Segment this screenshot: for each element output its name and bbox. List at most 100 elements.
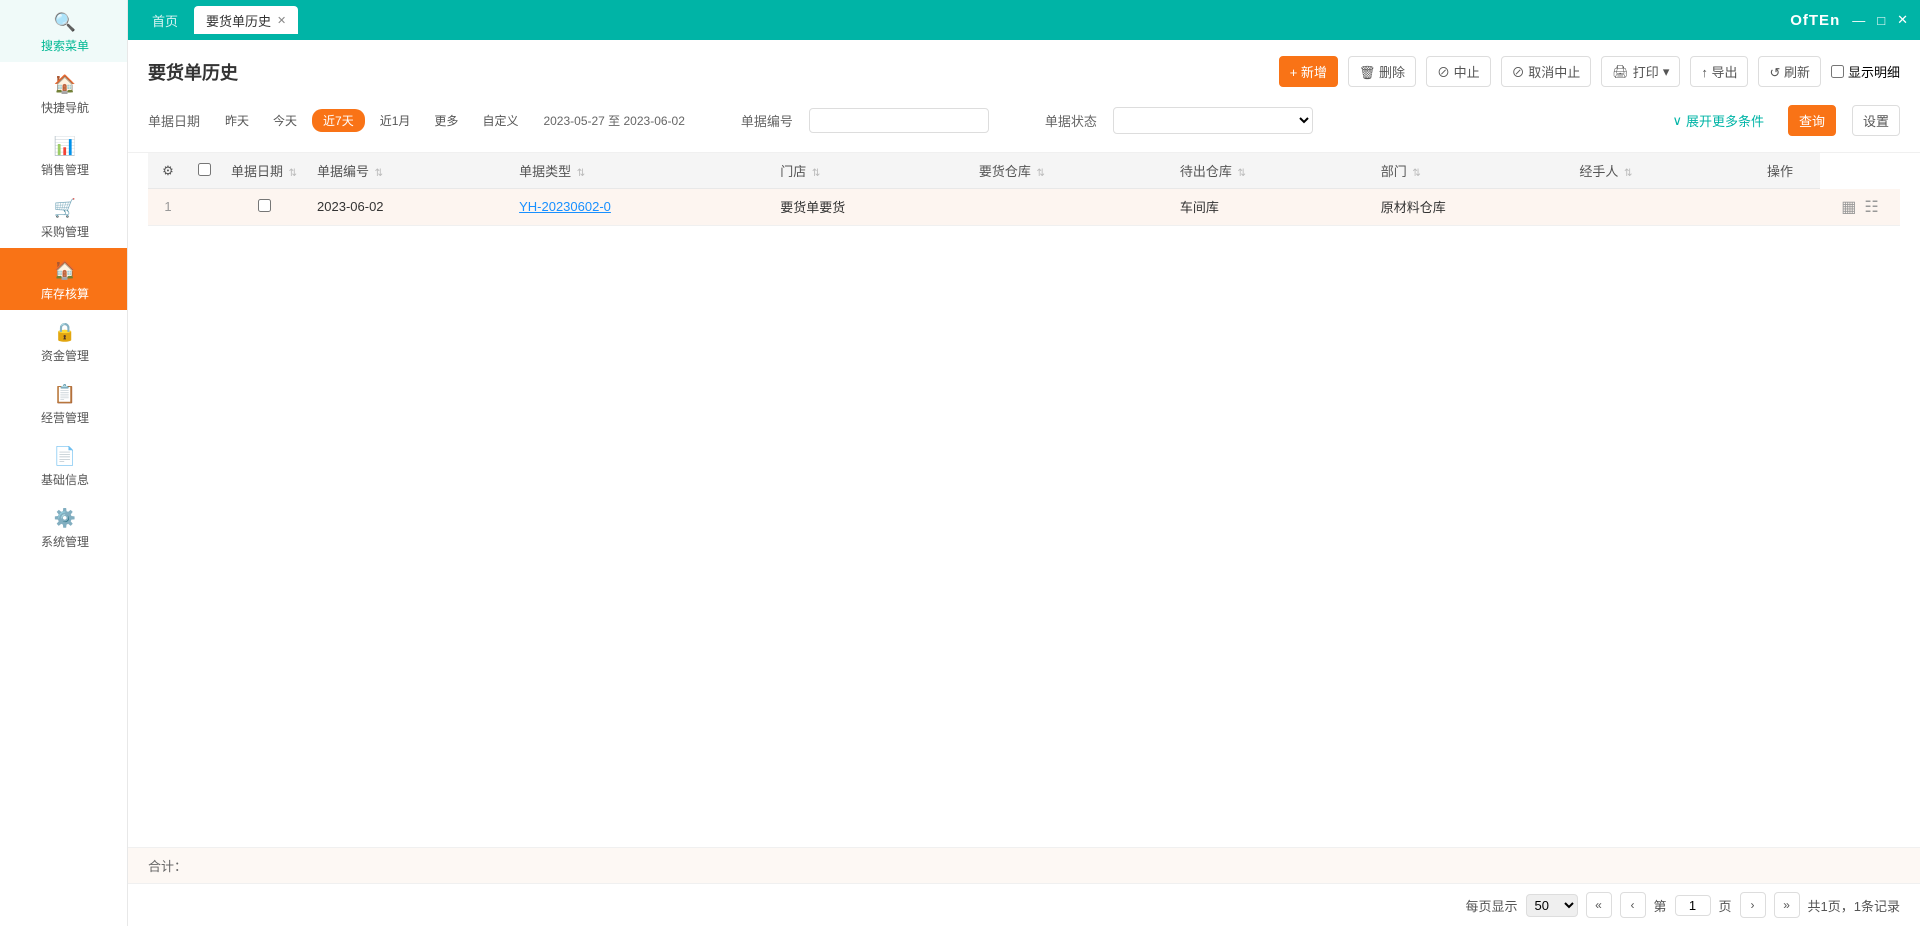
date-btn-7days[interactable]: 近7天 [312, 109, 365, 132]
purchase-icon: 🛒 [54, 198, 76, 219]
tab-close-icon[interactable]: ✕ [277, 14, 286, 27]
sidebar-item-label: 系统管理 [41, 533, 89, 550]
table-container: ⚙ 单据日期 ⇅ 单据编号 ⇅ 单据类型 [128, 153, 1920, 847]
main-area: 首页 要货单历史 ✕ OfTEn — □ ✕ 要货单历史 + 新增 🗑 删除 ⊘… [128, 0, 1920, 926]
tab-requisition-history[interactable]: 要货单历史 ✕ [194, 6, 298, 34]
pagination: 每页显示 10 20 50 100 « ‹ 第 页 › » 共1页，1条记录 [128, 883, 1920, 926]
sort-type-icon: ⇅ [577, 168, 585, 179]
col-department[interactable]: 部门 ⇅ [1371, 153, 1570, 189]
filter-area: 单据日期 昨天 今天 近7天 近1月 更多 自定义 2023-05-27 至 2… [128, 95, 1920, 153]
row-edit-icon[interactable]: ▦ [1841, 197, 1856, 217]
topbar: 首页 要货单历史 ✕ OfTEn — □ ✕ [128, 0, 1920, 40]
col-pending-warehouse[interactable]: 待出仓库 ⇅ [1170, 153, 1371, 189]
col-handler[interactable]: 经手人 ⇅ [1569, 153, 1740, 189]
doc-number-input[interactable] [809, 108, 989, 133]
row-checkbox[interactable] [258, 199, 271, 212]
window-minimize-button[interactable]: — [1852, 13, 1865, 28]
sort-req-warehouse-icon: ⇅ [1036, 168, 1044, 179]
sort-department-icon: ⇅ [1412, 168, 1420, 179]
sidebar-item-label: 库存核算 [41, 285, 89, 302]
sidebar-item-operations[interactable]: 📋 经营管理 [0, 372, 127, 434]
sidebar-item-sales[interactable]: 📊 销售管理 [0, 124, 127, 186]
sidebar-item-label: 经营管理 [41, 409, 89, 426]
date-btn-custom[interactable]: 自定义 [473, 109, 527, 132]
basic-info-icon: 📄 [54, 446, 76, 467]
sidebar-item-basic-info[interactable]: 📄 基础信息 [0, 434, 127, 496]
row-actions: ▦ ☷ [1820, 189, 1900, 226]
col-req-warehouse[interactable]: 要货仓库 ⇅ [969, 153, 1170, 189]
sidebar-item-label: 资金管理 [41, 347, 89, 364]
col-pending-warehouse-label: 待出仓库 [1180, 164, 1232, 179]
data-table: ⚙ 单据日期 ⇅ 单据编号 ⇅ 单据类型 [148, 153, 1900, 226]
page-label: 第 [1654, 896, 1667, 915]
row-num: 1 [148, 189, 188, 226]
row-settings [188, 189, 221, 226]
row-checkbox-cell [221, 189, 307, 226]
tab-home[interactable]: 首页 [140, 6, 190, 34]
sidebar-item-system[interactable]: ⚙️ 系统管理 [0, 496, 127, 558]
row-pending-warehouse: 原材料仓库 [1371, 189, 1570, 226]
col-date[interactable]: 单据日期 ⇅ [221, 153, 307, 189]
page-header: 要货单历史 + 新增 🗑 删除 ⊘ 中止 ⊘ 取消中止 🖨 打印 ▾ ↑ 导出 … [128, 40, 1920, 95]
sidebar-item-label: 搜索菜单 [41, 37, 89, 54]
sidebar-item-search[interactable]: 🔍 搜索菜单 [0, 0, 127, 62]
sort-store-icon: ⇅ [812, 168, 820, 179]
row-more-icon[interactable]: ☷ [1864, 197, 1878, 217]
page-size-label: 每页显示 [1465, 896, 1517, 915]
date-filter-buttons: 昨天 今天 近7天 近1月 更多 自定义 [216, 109, 527, 132]
col-date-label: 单据日期 [231, 164, 283, 179]
date-btn-1month[interactable]: 近1月 [371, 109, 420, 132]
date-btn-today[interactable]: 今天 [264, 109, 306, 132]
sidebar-item-label: 销售管理 [41, 161, 89, 178]
select-all-checkbox[interactable] [198, 163, 211, 176]
display-detail-checkbox[interactable] [1831, 65, 1844, 78]
sidebar-item-inventory[interactable]: 🏠 库存核算 [0, 248, 127, 310]
prev-page-button[interactable]: ‹ [1620, 892, 1646, 918]
settings-button[interactable]: 设置 [1852, 105, 1900, 136]
row-number-link[interactable]: YH-20230602-0 [519, 199, 611, 214]
toolbar: + 新增 🗑 删除 ⊘ 中止 ⊘ 取消中止 🖨 打印 ▾ ↑ 导出 ↺ 刷新 显… [1279, 56, 1900, 87]
col-store[interactable]: 门店 ⇅ [770, 153, 969, 189]
date-btn-more[interactable]: 更多 [425, 109, 467, 132]
sidebar-item-quicknav[interactable]: 🏠 快捷导航 [0, 62, 127, 124]
sidebar-item-label: 快捷导航 [41, 99, 89, 116]
total-label: 合计： [148, 859, 187, 874]
col-type[interactable]: 单据类型 ⇅ [509, 153, 770, 189]
sidebar-item-label: 采购管理 [41, 223, 89, 240]
status-label: 单据状态 [1045, 111, 1097, 130]
search-button[interactable]: 查询 [1788, 105, 1836, 136]
tab-requisition-label: 要货单历史 [206, 11, 271, 30]
refresh-button[interactable]: ↺ 刷新 [1758, 56, 1821, 87]
page-size-select[interactable]: 10 20 50 100 [1526, 894, 1578, 917]
first-page-button[interactable]: « [1586, 892, 1612, 918]
export-button[interactable]: ↑ 导出 [1690, 56, 1748, 87]
row-department [1569, 189, 1740, 226]
stop-button[interactable]: ⊘ 中止 [1426, 56, 1491, 87]
sales-icon: 📊 [54, 136, 76, 157]
row-type: 要货单要货 [770, 189, 969, 226]
current-page-input[interactable] [1675, 895, 1711, 916]
delete-button[interactable]: 🗑 删除 [1348, 56, 1416, 87]
window-close-button[interactable]: ✕ [1897, 12, 1908, 28]
date-btn-yesterday[interactable]: 昨天 [216, 109, 258, 132]
window-maximize-button[interactable]: □ [1877, 13, 1885, 28]
cancel-stop-button[interactable]: ⊘ 取消中止 [1501, 56, 1592, 87]
print-button[interactable]: 🖨 打印 ▾ [1601, 56, 1680, 87]
col-settings[interactable]: ⚙ [148, 153, 188, 189]
date-filter-label: 单据日期 [148, 111, 200, 130]
last-page-button[interactable]: » [1774, 892, 1800, 918]
add-button[interactable]: + 新增 [1279, 56, 1338, 87]
col-number[interactable]: 单据编号 ⇅ [307, 153, 509, 189]
date-range-display: 2023-05-27 至 2023-06-02 [543, 112, 684, 129]
display-detail-label: 显示明细 [1831, 62, 1900, 81]
total-info: 共1页，1条记录 [1808, 896, 1900, 915]
next-page-button[interactable]: › [1740, 892, 1766, 918]
sort-date-icon: ⇅ [289, 168, 297, 179]
topbar-right: OfTEn — □ ✕ [1790, 12, 1908, 29]
row-store [969, 189, 1170, 226]
content-area: 要货单历史 + 新增 🗑 删除 ⊘ 中止 ⊘ 取消中止 🖨 打印 ▾ ↑ 导出 … [128, 40, 1920, 926]
expand-more-btn[interactable]: ∨ 展开更多条件 [1672, 111, 1764, 130]
sidebar-item-purchase[interactable]: 🛒 采购管理 [0, 186, 127, 248]
sidebar-item-finance[interactable]: 🔒 资金管理 [0, 310, 127, 372]
status-select[interactable] [1113, 107, 1313, 134]
